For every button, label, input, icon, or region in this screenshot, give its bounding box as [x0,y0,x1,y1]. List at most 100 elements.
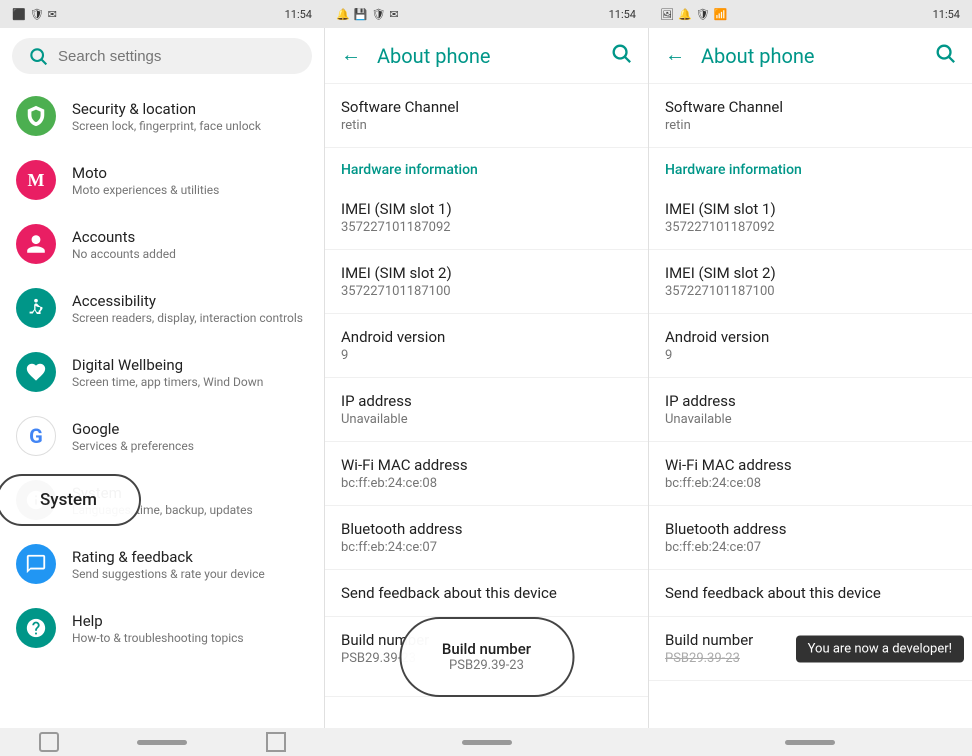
security-subtitle: Screen lock, fingerprint, face unlock [72,119,308,133]
imei2-2[interactable]: IMEI (SIM slot 2) 357227101187100 [649,250,972,314]
moto-subtitle: Moto experiences & utilities [72,183,308,197]
status-icons-right: 🖼 🔔 🛡 📶 [660,8,727,21]
ip-address-1[interactable]: IP address Unavailable [325,378,648,442]
home-indicator-mid[interactable] [462,740,512,745]
security-text: Security & location Screen lock, fingerp… [72,100,308,133]
settings-panel: Security & location Screen lock, fingerp… [0,28,325,756]
rating-title: Rating & feedback [72,548,308,566]
android-title-1: Android version [341,328,632,346]
rating-subtitle: Send suggestions & rate your device [72,567,308,581]
software-channel-title-1: Software Channel [341,98,632,116]
ip-value-2: Unavailable [665,412,956,427]
google-icon: G [16,416,56,456]
about-header-2: ← About phone [649,28,972,84]
status-icons-left: ⬛ 🛡 ✉ [12,8,57,21]
sidebar-item-google[interactable]: G Google Services & preferences [0,404,324,468]
imei2-value-1: 357227101187100 [341,284,632,299]
hardware-section-2: Hardware information [649,148,972,186]
sidebar-item-moto[interactable]: M Moto Moto experiences & utilities [0,148,324,212]
system-text: System Languages, time, backup, updates [72,484,308,517]
bluetooth-title-1: Bluetooth address [341,520,632,538]
wifi-mac-value-2: bc:ff:eb:24:ce:08 [665,476,956,491]
system-icon [16,480,56,520]
help-title: Help [72,612,308,630]
search-button-2[interactable] [934,42,956,69]
sidebar-item-security[interactable]: Security & location Screen lock, fingerp… [0,84,324,148]
bottom-nav-mid [325,728,648,756]
accessibility-icon [16,288,56,328]
bluetooth-addr-1[interactable]: Bluetooth address bc:ff:eb:24:ce:07 [325,506,648,570]
status-segment-mid: 🔔 💾 🛡 ✉ 11:54 [324,8,648,21]
android-title-2: Android version [665,328,956,346]
app-container: ⬛ 🛡 ✉ 11:54 🔔 💾 🛡 ✉ 11:54 🖼 🔔 🛡 📶 11:54 [0,0,972,756]
accounts-icon [16,224,56,264]
search-button-1[interactable] [610,42,632,69]
back-button-2[interactable]: ← [665,44,685,67]
imei1-2[interactable]: IMEI (SIM slot 1) 357227101187092 [649,186,972,250]
developer-toast: You are now a developer! [796,635,964,662]
sidebar-item-accounts[interactable]: Accounts No accounts added [0,212,324,276]
google-subtitle: Services & preferences [72,439,308,453]
home-indicator-right[interactable] [785,740,835,745]
shield2-icon: 🛡 [371,8,385,21]
search-icon [28,46,48,66]
moto-text: Moto Moto experiences & utilities [72,164,308,197]
search-input[interactable] [58,48,296,65]
recents-nav-left[interactable] [266,732,286,752]
imei2-1[interactable]: IMEI (SIM slot 2) 357227101187100 [325,250,648,314]
moto-icon: M [16,160,56,200]
imei1-title-1: IMEI (SIM slot 1) [341,200,632,218]
search-bar[interactable] [12,38,312,74]
toast-text: You are now a developer! [808,641,952,656]
back-nav-left[interactable] [39,732,59,752]
bluetooth-addr-2[interactable]: Bluetooth address bc:ff:eb:24:ce:07 [649,506,972,570]
feedback-title-1: Send feedback about this device [341,584,632,602]
notification3-icon: 🔔 [678,8,692,21]
sidebar-item-system[interactable]: System Languages, time, backup, updates … [0,468,324,532]
settings-list: Security & location Screen lock, fingerp… [0,84,324,756]
software-channel-title-2: Software Channel [665,98,956,116]
sidebar-item-help[interactable]: Help How-to & troubleshooting topics [0,596,324,660]
wifi-mac-1[interactable]: Wi-Fi MAC address bc:ff:eb:24:ce:08 [325,442,648,506]
wifi-mac-2[interactable]: Wi-Fi MAC address bc:ff:eb:24:ce:08 [649,442,972,506]
bottom-nav-left [0,728,325,756]
sidebar-item-rating[interactable]: Rating & feedback Send suggestions & rat… [0,532,324,596]
rating-icon [16,544,56,584]
accessibility-text: Accessibility Screen readers, display, i… [72,292,308,325]
build-number-item-2[interactable]: Build number PSB29.39-23 You are now a d… [649,617,972,681]
software-channel-1[interactable]: Software Channel retin [325,84,648,148]
imei1-value-1: 357227101187092 [341,220,632,235]
ip-title-2: IP address [665,392,956,410]
shield3-icon: 🛡 [696,8,710,21]
sidebar-item-accessibility[interactable]: Accessibility Screen readers, display, i… [0,276,324,340]
sidebar-item-digital-wellbeing[interactable]: Digital Wellbeing Screen time, app timer… [0,340,324,404]
imei2-value-2: 357227101187100 [665,284,956,299]
feedback-2[interactable]: Send feedback about this device [649,570,972,617]
android-version-1[interactable]: Android version 9 [325,314,648,378]
hardware-section-1: Hardware information [325,148,648,186]
imei1-1[interactable]: IMEI (SIM slot 1) 357227101187092 [325,186,648,250]
system-subtitle: Languages, time, backup, updates [72,503,308,517]
build-number-item-1[interactable]: Build number PSB29.39-23 Build number PS… [325,617,648,697]
wifi-mac-title-1: Wi-Fi MAC address [341,456,632,474]
security-title: Security & location [72,100,308,118]
bluetooth-value-1: bc:ff:eb:24:ce:07 [341,540,632,555]
software-channel-2[interactable]: Software Channel retin [649,84,972,148]
imei2-title-1: IMEI (SIM slot 2) [341,264,632,282]
ip-address-2[interactable]: IP address Unavailable [649,378,972,442]
about-panel-1: ← About phone Software Channel retin Har… [325,28,649,756]
software-channel-subtitle-1: retin [341,118,632,133]
help-icon [16,608,56,648]
notification2-icon: 🔔 [336,8,350,21]
back-button-1[interactable]: ← [341,44,361,67]
digital-wellbeing-subtitle: Screen time, app timers, Wind Down [72,375,308,389]
android-value-1: 9 [341,348,632,363]
feedback-1[interactable]: Send feedback about this device [325,570,648,617]
accounts-text: Accounts No accounts added [72,228,308,261]
ip-value-1: Unavailable [341,412,632,427]
android-version-2[interactable]: Android version 9 [649,314,972,378]
wifi-mac-title-2: Wi-Fi MAC address [665,456,956,474]
home-nav-left[interactable] [137,740,187,745]
time-mid: 11:54 [609,8,636,21]
status-segment-left: ⬛ 🛡 ✉ 11:54 [0,8,324,21]
